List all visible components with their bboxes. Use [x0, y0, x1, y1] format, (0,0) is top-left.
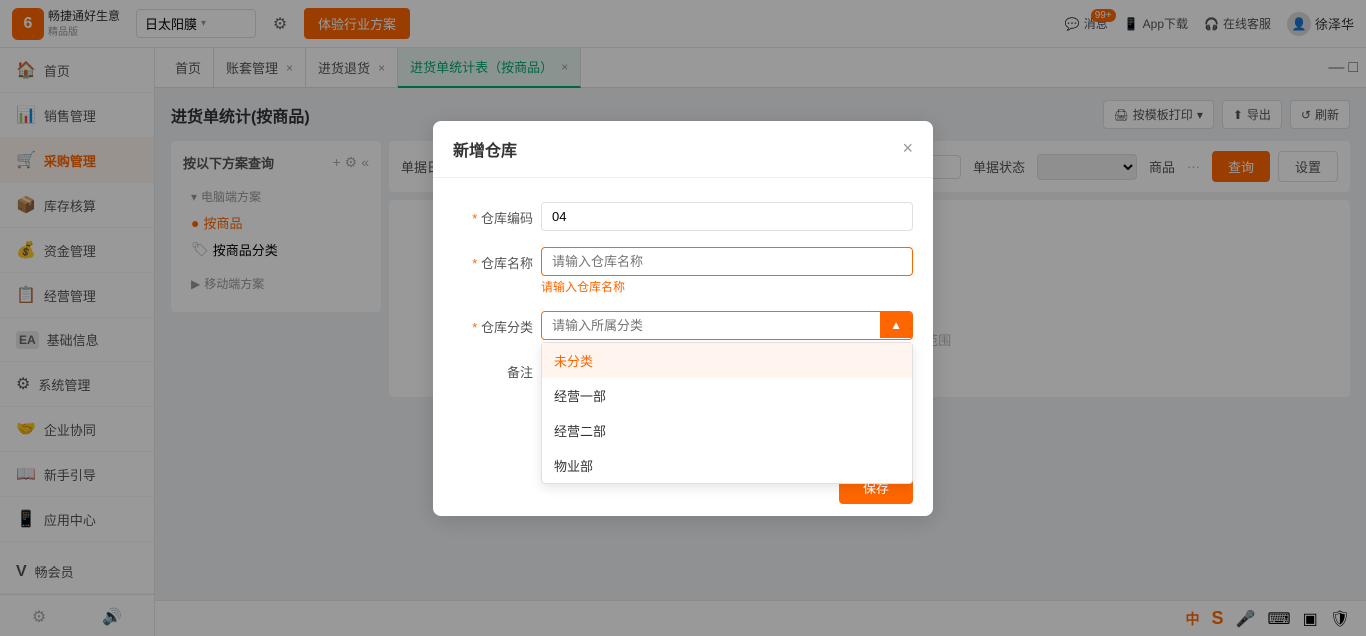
warehouse-name-label: * 仓库名称 [453, 247, 533, 272]
warehouse-code-row: * 仓库编码 [453, 202, 913, 231]
dropdown-option-dept1[interactable]: 经营一部 [542, 378, 912, 413]
warehouse-category-label: * 仓库分类 [453, 311, 533, 336]
category-dropdown-list: 未分类 经营一部 经营二部 物业部 [541, 342, 913, 484]
note-label: 备注 [453, 356, 533, 381]
modal-body: * 仓库编码 * 仓库名称 请输入仓库名称 [433, 178, 933, 459]
warehouse-code-control [541, 202, 913, 231]
modal-overlay[interactable]: 新增仓库 × * 仓库编码 * 仓库名称 [0, 0, 1366, 636]
warehouse-name-row: * 仓库名称 请输入仓库名称 [453, 247, 913, 295]
warehouse-name-control: 请输入仓库名称 [541, 247, 913, 295]
warehouse-code-label: * 仓库编码 [453, 202, 533, 227]
dropdown-option-dept2[interactable]: 经营二部 [542, 413, 912, 448]
modal-header: 新增仓库 × [433, 121, 933, 178]
category-input-row: ▲ [541, 311, 913, 340]
dropdown-option-unclassified[interactable]: 未分类 [542, 343, 912, 378]
required-star-2: * [472, 256, 477, 271]
modal-close-button[interactable]: × [902, 138, 913, 159]
required-star: * [472, 211, 477, 226]
warehouse-category-control: ▲ 未分类 经营一部 经营二部 物业部 [541, 311, 913, 340]
category-dropdown: ▲ 未分类 经营一部 经营二部 物业部 [541, 311, 913, 340]
modal-title: 新增仓库 [453, 137, 517, 161]
dropdown-arrow-button[interactable]: ▲ [880, 312, 912, 338]
warehouse-category-row: * 仓库分类 ▲ 未分类 经营一部 经 [453, 311, 913, 340]
warehouse-name-error: 请输入仓库名称 [541, 278, 913, 295]
required-star-3: * [472, 320, 477, 335]
warehouse-name-input[interactable] [541, 247, 913, 276]
category-input[interactable] [542, 312, 880, 339]
warehouse-code-input[interactable] [541, 202, 913, 231]
dropdown-option-property[interactable]: 物业部 [542, 448, 912, 483]
new-warehouse-modal: 新增仓库 × * 仓库编码 * 仓库名称 [433, 121, 933, 516]
